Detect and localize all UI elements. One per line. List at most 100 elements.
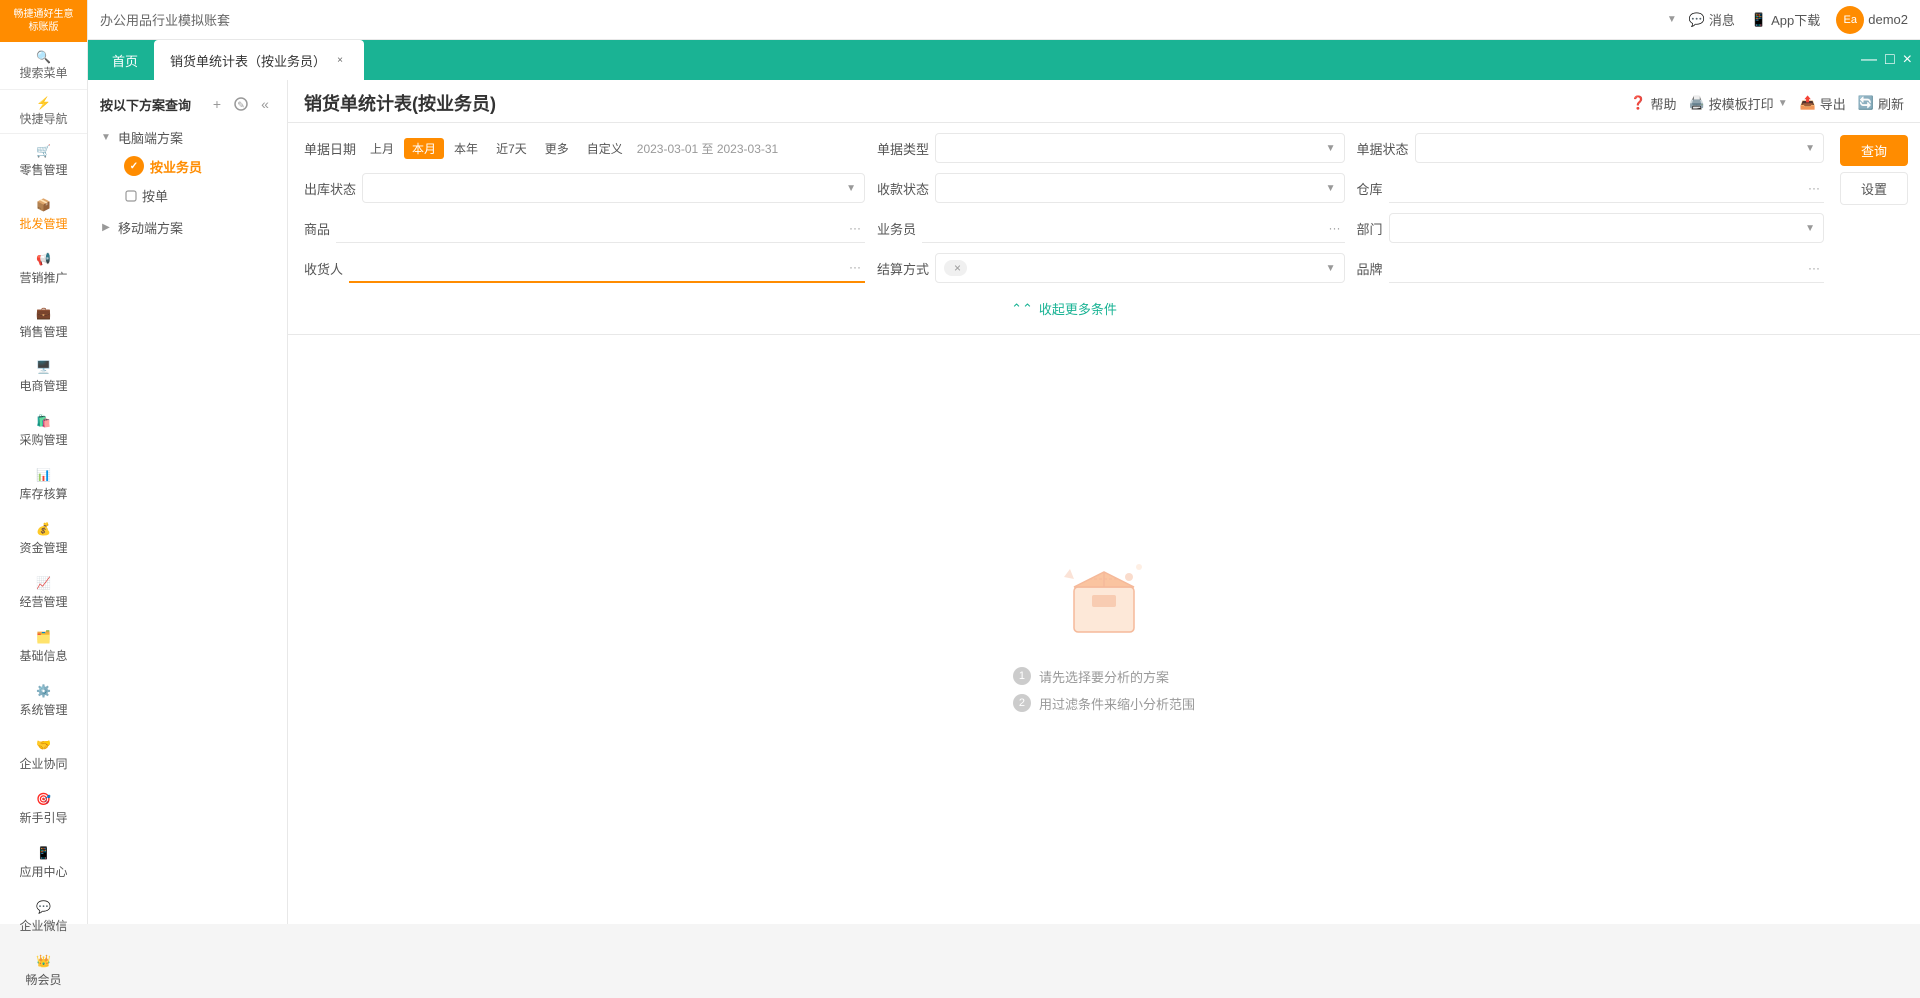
sidebar-item-inventory[interactable]: 📊 库存核算 (0, 458, 87, 512)
export-button[interactable]: 📤 导出 (1800, 94, 1846, 113)
sidebar-item-operations[interactable]: 📈 经营管理 (0, 566, 87, 620)
collapse-filters-button[interactable]: ⌃⌃ 收起更多条件 (304, 293, 1824, 324)
date-btn-last-7-days[interactable]: 近7天 (488, 138, 535, 159)
content-area: 按以下方案查询 + ✎ « ▼ 电脑端方案 ✓ 按业务员 (88, 80, 1920, 924)
date-btn-custom[interactable]: 自定义 (579, 138, 631, 159)
query-button[interactable]: 查询 (1840, 135, 1908, 166)
hint-num-1: 1 (1013, 667, 1031, 685)
sidebar-shortcut[interactable]: ⚡ 快捷导航 (0, 90, 87, 134)
active-item-label: 按业务员 (150, 157, 202, 176)
window-minimize-icon[interactable]: — (1861, 51, 1877, 69)
tree-pc-group[interactable]: ▼ 电脑端方案 (88, 124, 287, 151)
sidebar-newbie-label: 新手引导 (4, 809, 83, 826)
app-download-label: App下载 (1771, 10, 1820, 29)
doc-status-arrow: ▼ (1805, 143, 1815, 154)
empty-icon (1054, 547, 1154, 647)
warehouse-input[interactable]: ··· (1389, 173, 1824, 203)
sidebar-item-sales[interactable]: 💼 销售管理 (0, 296, 87, 350)
collapse-up-icon: ⌃⌃ (1011, 301, 1033, 317)
collection-status-select[interactable]: ▼ (935, 173, 1344, 203)
tabbar-right: — □ × (1861, 51, 1912, 69)
date-btn-this-month[interactable]: 本月 (404, 138, 444, 159)
message-action[interactable]: 💬 消息 (1689, 10, 1735, 29)
hint-text-1: 请先选择要分析的方案 (1039, 667, 1169, 686)
sidebar-item-marketing[interactable]: 📢 营销推广 (0, 242, 87, 296)
topbar: 办公用品行业模拟账套 ▼ 💬 消息 📱 App下载 Ea demo2 (88, 0, 1920, 40)
tree-mobile-group[interactable]: ▶ 移动端方案 (88, 214, 287, 241)
payment-tag-close[interactable]: × (954, 261, 961, 275)
receiver-label: 收货人 (304, 259, 343, 278)
sidebar-item-retail[interactable]: 🛒 零售管理 (0, 134, 87, 188)
brand-input[interactable]: ··· (1389, 253, 1824, 283)
out-status-select[interactable]: ▼ (362, 173, 865, 203)
sidebar-search[interactable]: 🔍 搜索菜单 (0, 42, 87, 90)
sidebar-item-finance[interactable]: 💰 资金管理 (0, 512, 87, 566)
sidebar-item-basic[interactable]: 🗂️ 基础信息 (0, 620, 87, 674)
tab-salesperson-stats[interactable]: 销货单统计表（按业务员） × (154, 40, 364, 80)
sidebar-basic-label: 基础信息 (4, 647, 83, 664)
app-logo: 畅捷通好生意 标账版 (0, 0, 87, 42)
help-label: 帮助 (1650, 94, 1676, 113)
left-panel-header: 按以下方案查询 + ✎ « (88, 88, 287, 120)
app-name: 畅捷通好生意 (8, 8, 79, 21)
window-close-icon[interactable]: × (1903, 51, 1912, 69)
date-btn-last-month[interactable]: 上月 (362, 138, 402, 159)
sidebar-item-newbie[interactable]: 🎯 新手引导 (0, 782, 87, 836)
date-label: 单据日期 (304, 139, 356, 158)
print-dropdown-icon[interactable]: ▼ (1778, 98, 1788, 109)
date-btn-this-year[interactable]: 本年 (446, 138, 486, 159)
print-button[interactable]: 🖨️ 按模板打印 ▼ (1688, 94, 1787, 113)
window-maximize-icon[interactable]: □ (1885, 51, 1895, 69)
payment-arrow: ▼ (1326, 263, 1336, 274)
app-download-action[interactable]: 📱 App下载 (1751, 10, 1820, 29)
print-icon: 🖨️ (1688, 95, 1704, 111)
user-action[interactable]: Ea demo2 (1836, 6, 1908, 34)
expand-icon[interactable]: ▼ (1667, 14, 1677, 25)
empty-hint-2: 2 用过滤条件来缩小分析范围 (1013, 694, 1195, 713)
tree-pc-children: ✓ 按业务员 按单 (88, 151, 287, 210)
tree-item-salesperson[interactable]: ✓ 按业务员 (112, 151, 287, 181)
tab-home[interactable]: 首页 (96, 40, 154, 80)
page-title: 销货单统计表(按业务员) (304, 90, 496, 116)
sidebar-item-corp[interactable]: 🤝 企业协同 (0, 728, 87, 782)
topbar-actions: 💬 消息 📱 App下载 Ea demo2 (1689, 6, 1908, 34)
payment-method-label: 结算方式 (877, 259, 929, 278)
tab-close-icon[interactable]: × (332, 52, 348, 68)
sidebar-item-purchase[interactable]: 🛍️ 采购管理 (0, 404, 87, 458)
collapse-panel-button[interactable]: « (255, 94, 275, 114)
app-subtitle: 标账版 (8, 21, 79, 34)
doc-type-select[interactable]: ▼ (935, 133, 1344, 163)
mobile-group-label: 移动端方案 (118, 218, 183, 237)
empty-state: 1 请先选择要分析的方案 2 用过滤条件来缩小分析范围 (288, 335, 1920, 924)
date-btn-more[interactable]: 更多 (537, 138, 577, 159)
salesperson-input[interactable]: ··· (922, 213, 1344, 243)
empty-hints: 1 请先选择要分析的方案 2 用过滤条件来缩小分析范围 (1013, 667, 1195, 713)
refresh-button[interactable]: 🔄 刷新 (1858, 94, 1904, 113)
sidebar-item-system[interactable]: ⚙️ 系统管理 (0, 674, 87, 728)
sidebar-item-wechat[interactable]: 💬 企业微信 (0, 890, 87, 944)
doc-type-arrow: ▼ (1326, 143, 1336, 154)
edit-scheme-button[interactable]: ✎ (231, 94, 251, 114)
sidebar-item-wholesale[interactable]: 📦 批发管理 (0, 188, 87, 242)
out-status-arrow: ▼ (846, 183, 856, 194)
add-scheme-button[interactable]: + (207, 94, 227, 114)
action-buttons: 查询 设置 (1840, 123, 1920, 334)
doc-status-select[interactable]: ▼ (1415, 133, 1824, 163)
page-header: 销货单统计表(按业务员) ❓ 帮助 🖨️ 按模板打印 ▼ 📤 导出 (288, 80, 1920, 123)
help-icon: ❓ (1630, 95, 1646, 111)
sidebar-item-member[interactable]: 👑 畅会员 (0, 944, 87, 998)
sidebar-item-apps[interactable]: 📱 应用中心 (0, 836, 87, 890)
date-range-display: 2023-03-01 至 2023-03-31 (637, 140, 778, 157)
sidebar-apps-label: 应用中心 (4, 863, 83, 880)
tree-item-order[interactable]: 按单 (112, 181, 287, 210)
set-button[interactable]: 设置 (1840, 172, 1908, 205)
dept-arrow: ▼ (1805, 223, 1815, 234)
receiver-input[interactable]: ··· (349, 253, 865, 283)
help-button[interactable]: ❓ 帮助 (1630, 94, 1676, 113)
sidebar-item-ecommerce[interactable]: 🖥️ 电商管理 (0, 350, 87, 404)
dept-select[interactable]: ▼ (1389, 213, 1824, 243)
sidebar-member-label: 畅会员 (4, 971, 83, 988)
goods-label: 商品 (304, 219, 330, 238)
goods-input[interactable]: ··· (336, 213, 865, 243)
payment-method-select[interactable]: × ▼ (935, 253, 1344, 283)
